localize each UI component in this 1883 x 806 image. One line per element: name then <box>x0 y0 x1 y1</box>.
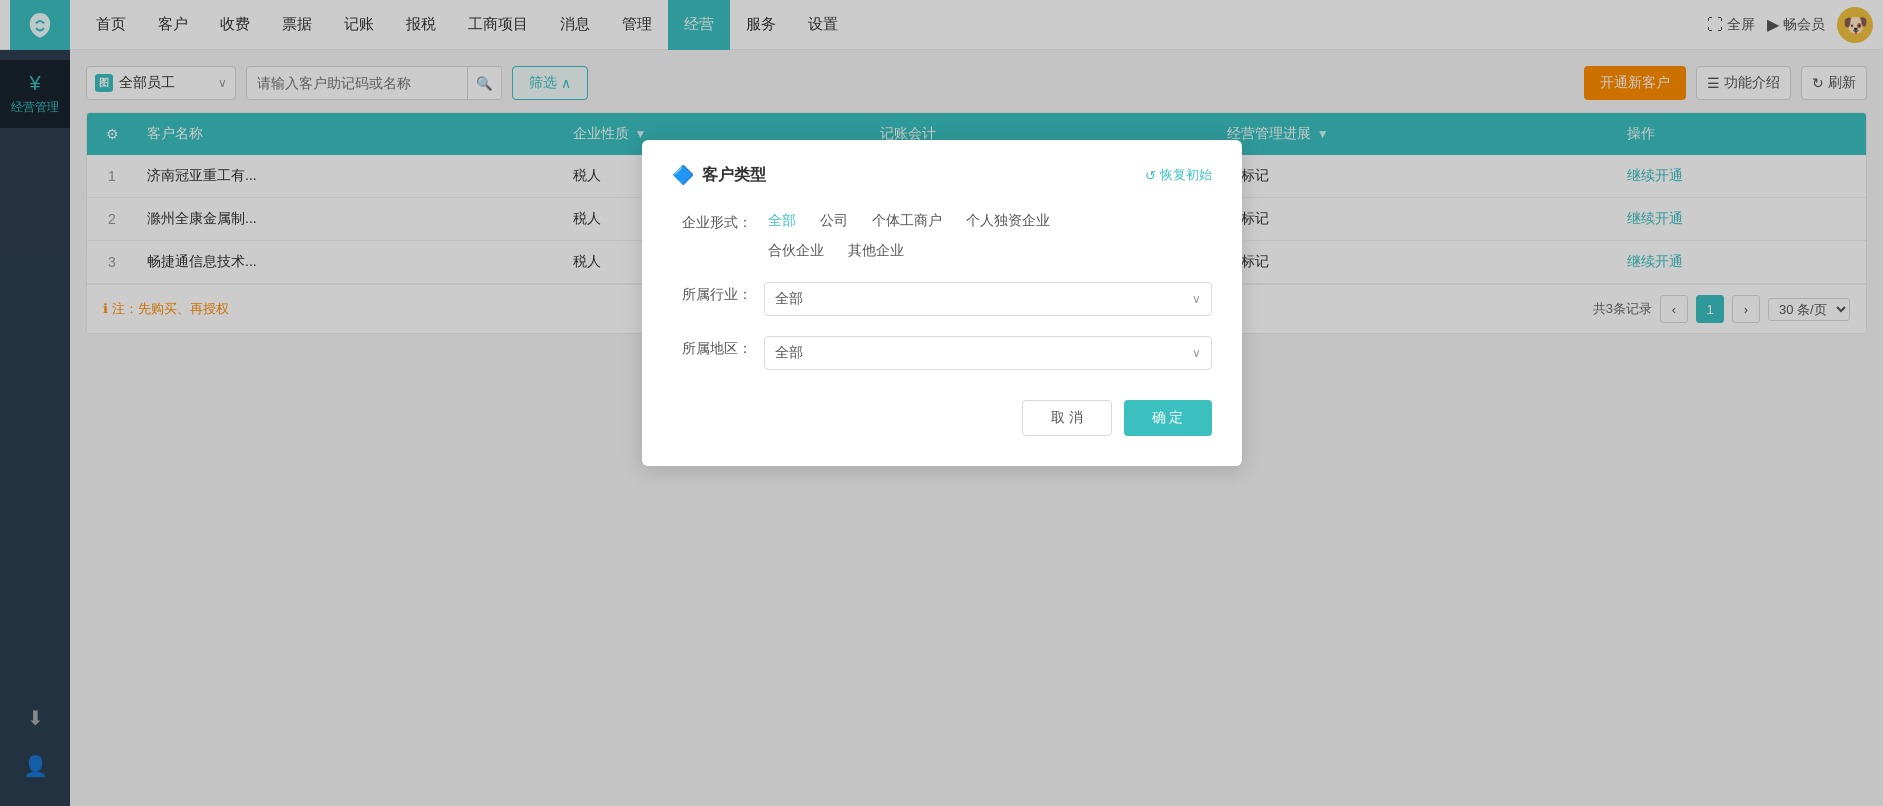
region-value: 全部 <box>775 344 803 362</box>
region-select[interactable]: 全部 ∨ <box>764 336 1212 370</box>
modal-title-icon: 🔷 <box>672 164 694 186</box>
reset-icon: ↺ <box>1145 168 1156 183</box>
confirm-button[interactable]: 确 定 <box>1124 400 1212 436</box>
enterprise-options: 全部 公司 个体工商户 个人独资企业 合伙企业 其他企业 <box>764 210 1212 262</box>
region-select-wrap: 全部 ∨ <box>764 336 1212 370</box>
enterprise-form-label: 企业形式： <box>672 210 752 232</box>
modal-title-text: 客户类型 <box>702 165 766 186</box>
filter-modal: 🔷 客户类型 ↺ 恢复初始 企业形式： 全部 公司 个体工商户 个人独资企业 合… <box>642 140 1242 466</box>
type-option-sole[interactable]: 个人独资企业 <box>962 210 1054 232</box>
industry-label: 所属行业： <box>672 282 752 304</box>
industry-select-wrap: 全部 ∨ <box>764 282 1212 316</box>
type-options-wrap2: 合伙企业 其他企业 <box>764 240 1212 262</box>
cancel-button[interactable]: 取 消 <box>1022 400 1112 436</box>
region-form-row: 所属地区： 全部 ∨ <box>672 336 1212 370</box>
region-select-arrow: ∨ <box>1192 346 1201 360</box>
type-option-all[interactable]: 全部 <box>764 210 800 232</box>
type-option-individual[interactable]: 个体工商户 <box>868 210 946 232</box>
industry-select-arrow: ∨ <box>1192 292 1201 306</box>
industry-select[interactable]: 全部 ∨ <box>764 282 1212 316</box>
type-option-partnership[interactable]: 合伙企业 <box>764 240 828 262</box>
type-options-wrap: 全部 公司 个体工商户 个人独资企业 <box>764 210 1212 232</box>
reset-button[interactable]: ↺ 恢复初始 <box>1145 166 1212 184</box>
industry-form-row: 所属行业： 全部 ∨ <box>672 282 1212 316</box>
region-label: 所属地区： <box>672 336 752 358</box>
type-option-other[interactable]: 其他企业 <box>844 240 908 262</box>
enterprise-form-row: 企业形式： 全部 公司 个体工商户 个人独资企业 合伙企业 其他企业 <box>672 210 1212 262</box>
modal-title: 🔷 客户类型 <box>672 164 766 186</box>
modal-overlay[interactable]: 🔷 客户类型 ↺ 恢复初始 企业形式： 全部 公司 个体工商户 个人独资企业 合… <box>0 0 1883 806</box>
modal-header: 🔷 客户类型 ↺ 恢复初始 <box>672 164 1212 186</box>
type-option-company[interactable]: 公司 <box>816 210 852 232</box>
industry-value: 全部 <box>775 290 803 308</box>
reset-label: 恢复初始 <box>1160 166 1212 184</box>
modal-footer: 取 消 确 定 <box>672 400 1212 436</box>
